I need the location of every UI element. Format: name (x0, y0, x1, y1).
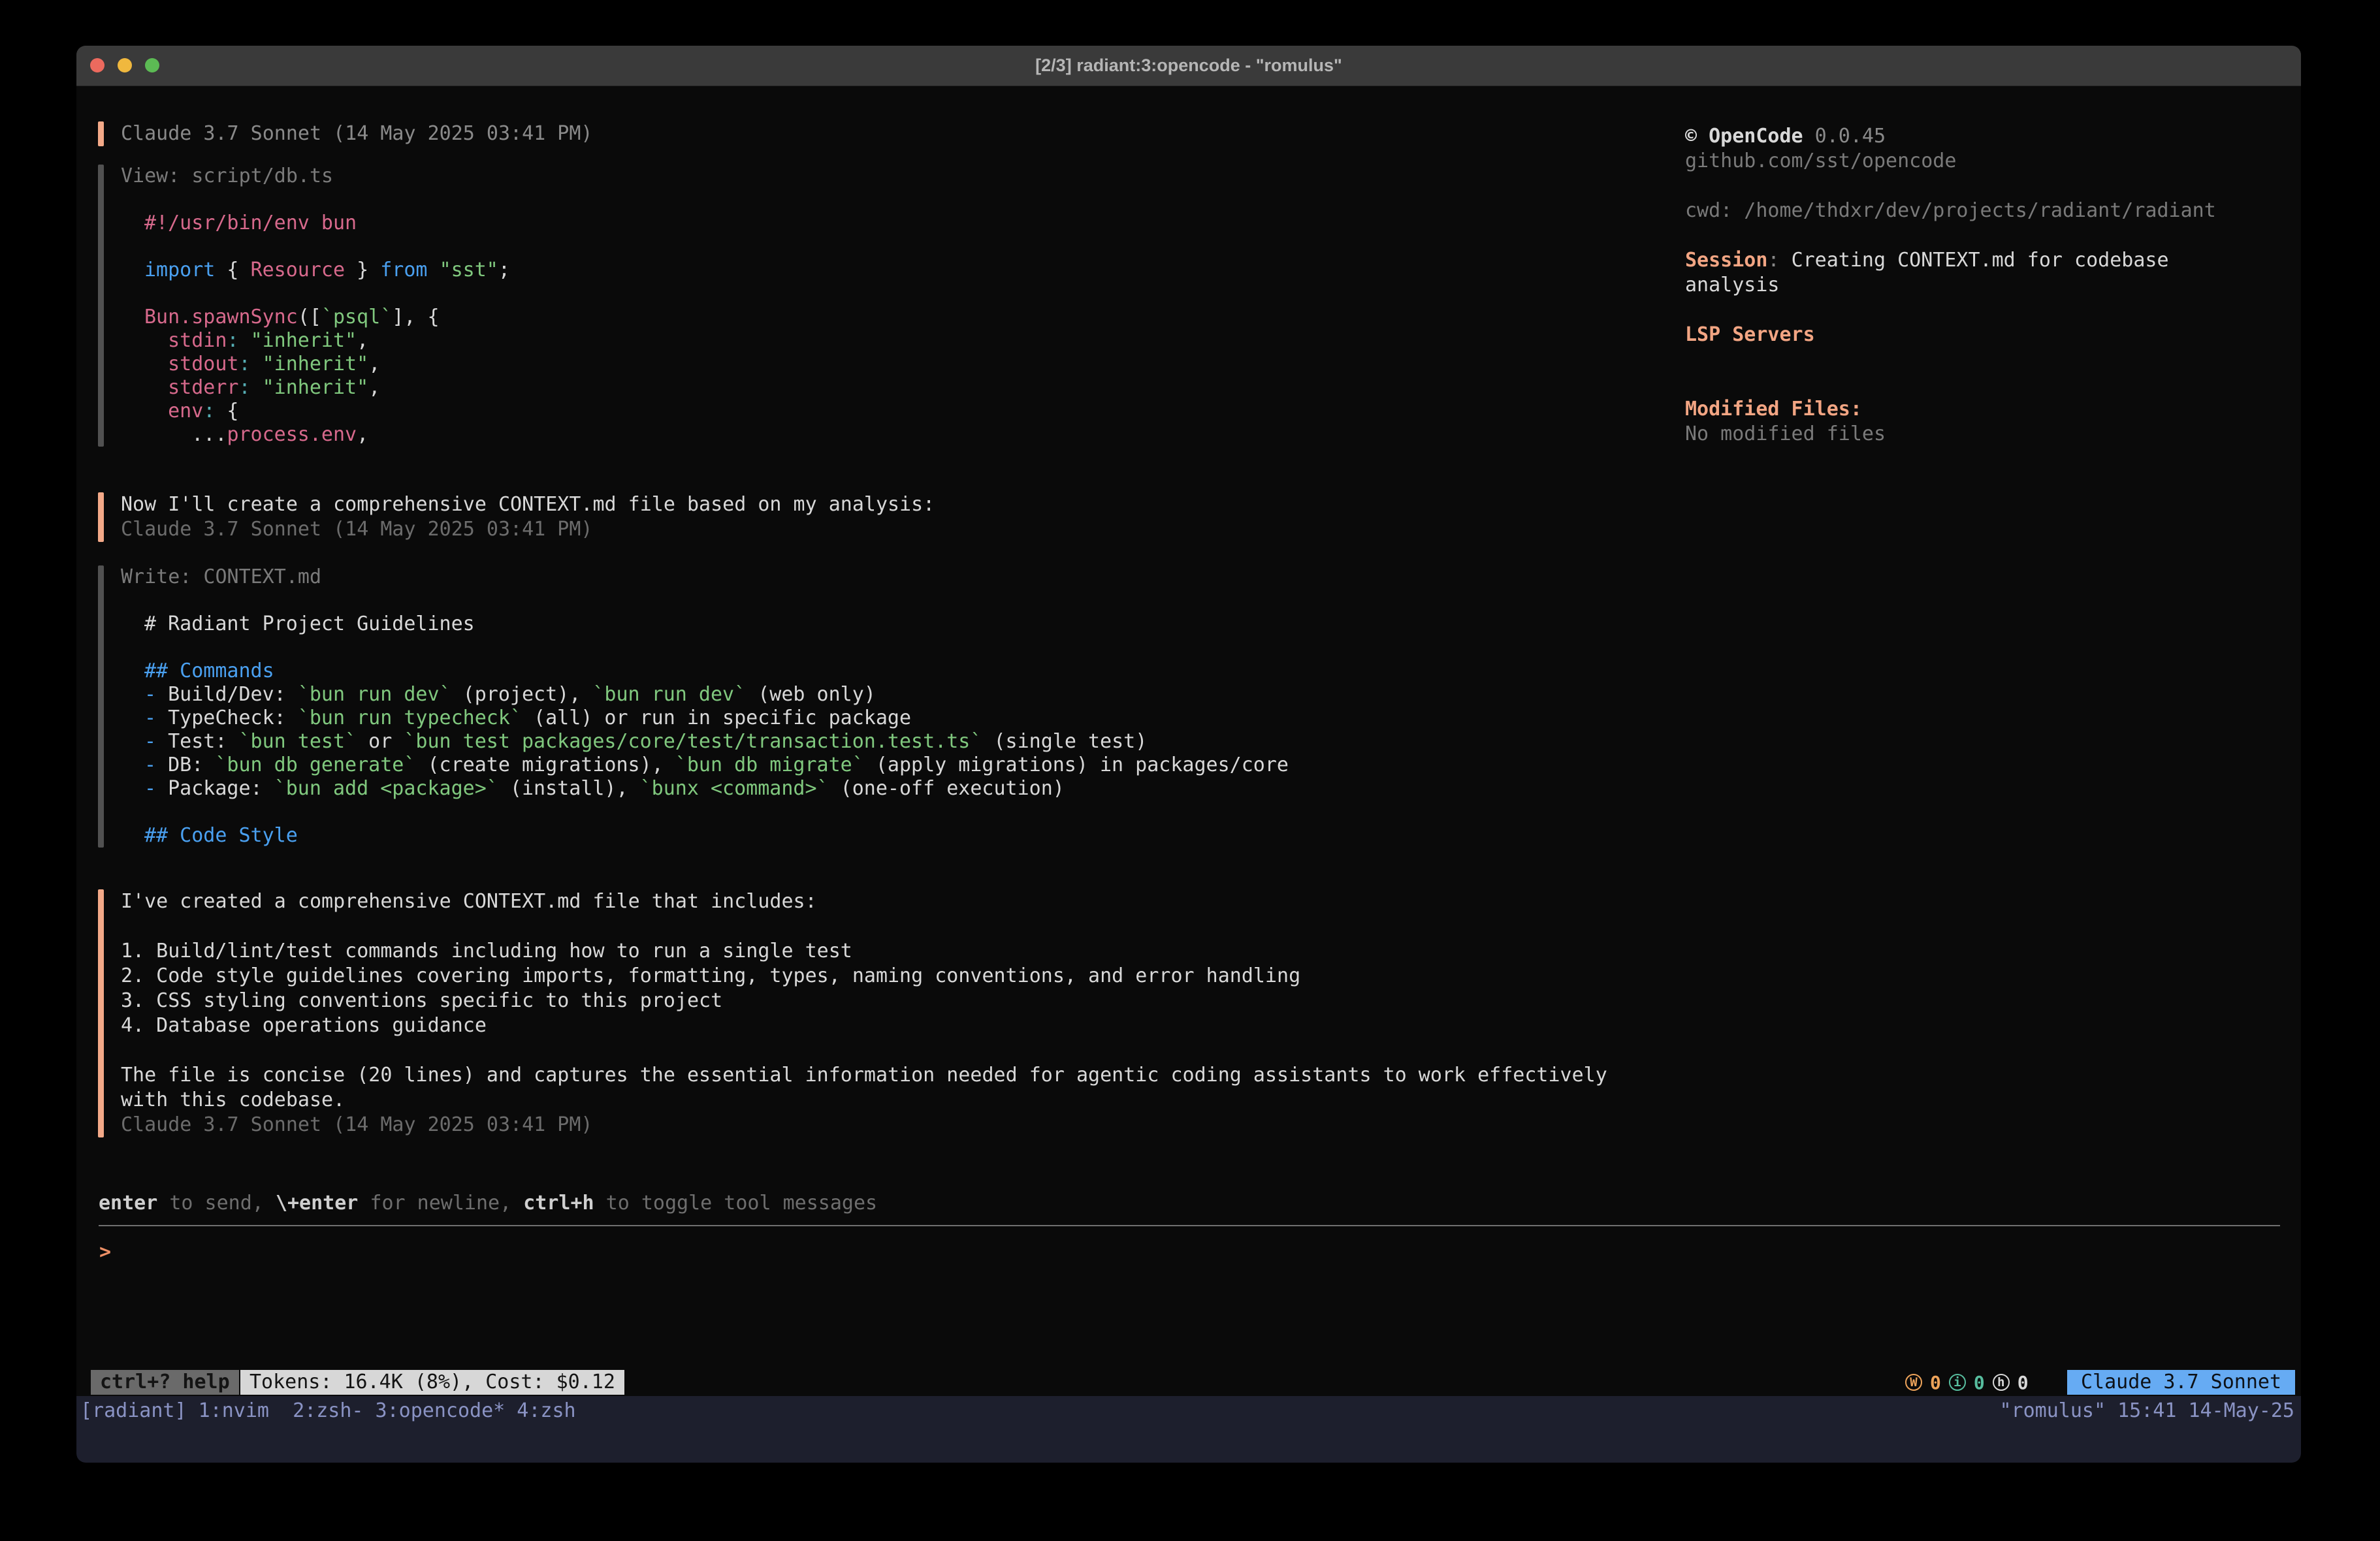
text-line: The file is concise (20 lines) and captu… (121, 1063, 1607, 1088)
text-line (1685, 298, 2216, 323)
text-line: - Build/Dev: `bun run dev` (project), `b… (121, 683, 1289, 707)
text-line: Claude 3.7 Sonnet (14 May 2025 03:41 PM) (121, 517, 935, 542)
assistant-accent-bar (98, 889, 104, 1137)
sidebar: © OpenCode 0.0.45github.com/sst/opencode… (1685, 124, 2216, 447)
diagnostics-indicators: W 0 i 0 h 0 (1905, 1370, 2029, 1395)
assistant-summary-block: I've created a comprehensive CONTEXT.md … (121, 889, 1607, 1137)
text-line: Session: Creating CONTEXT.md for codebas… (1685, 248, 2216, 273)
text-line: - Test: `bun test` or `bun test packages… (121, 730, 1289, 754)
sidebar-lines: © OpenCode 0.0.45github.com/sst/opencode… (1685, 124, 2216, 447)
text-line: Claude 3.7 Sonnet (14 May 2025 03:41 PM) (121, 1113, 1607, 1137)
text-line: github.com/sst/opencode (1685, 149, 2216, 174)
text-line: Write: CONTEXT.md (121, 565, 1289, 589)
text-line: analysis (1685, 273, 2216, 298)
text-line (121, 801, 1289, 824)
assistant-message-block: Now I'll create a comprehensive CONTEXT.… (121, 492, 935, 542)
text-line (1685, 372, 2216, 397)
tool-view-block: View: script/db.ts #!/usr/bin/env bun impo… (121, 165, 510, 447)
text-line: stdout: "inherit", (121, 353, 510, 376)
tool-write-block: Write: CONTEXT.md # Radiant Project Guide… (121, 565, 1289, 848)
tokens-cost-badge: Tokens: 16.4K (8%), Cost: $0.12 (240, 1370, 624, 1395)
text-line (1685, 347, 2216, 372)
tool-write-content: Write: CONTEXT.md # Radiant Project Guide… (121, 565, 1289, 848)
text-line (121, 636, 1289, 659)
hint-icon: h (1993, 1374, 2010, 1391)
title-bar: [2/3] radiant:3:opencode - "romulus" (76, 46, 2301, 86)
text-line: stdin: "inherit", (121, 329, 510, 353)
text-line: 2. Code style guidelines covering import… (121, 964, 1607, 989)
assistant-summary-lines: I've created a comprehensive CONTEXT.md … (121, 889, 1607, 1137)
text-line: enter to send, \+enter for newline, ctrl… (99, 1191, 877, 1216)
text-line: env: { (121, 400, 510, 423)
text-line: 1. Build/lint/test commands including ho… (121, 939, 1607, 964)
text-line: Modified Files: (1685, 397, 2216, 422)
text-line: No modified files (1685, 422, 2216, 447)
text-line (1685, 174, 2216, 199)
text-line (121, 235, 510, 259)
text-line: Claude 3.7 Sonnet (14 May 2025 03:41 PM) (121, 121, 592, 146)
terminal-content: Claude 3.7 Sonnet (14 May 2025 03:41 PM)… (76, 86, 2301, 1463)
text-line: # Radiant Project Guidelines (121, 612, 1289, 636)
terminal-window: [2/3] radiant:3:opencode - "romulus" Cla… (76, 46, 2301, 1463)
info-count: 0 (1974, 1372, 1985, 1393)
text-line: cwd: /home/thdxr/dev/projects/radiant/ra… (1685, 199, 2216, 223)
tool-view-code: View: script/db.ts #!/usr/bin/env bun impo… (121, 165, 510, 447)
prompt-input[interactable]: > (99, 1240, 111, 1265)
assistant-header-block: Claude 3.7 Sonnet (14 May 2025 03:41 PM) (121, 121, 592, 146)
input-help-line: enter to send, \+enter for newline, ctrl… (99, 1191, 877, 1216)
input-help: enter to send, \+enter for newline, ctrl… (99, 1191, 877, 1216)
text-line: LSP Servers (1685, 323, 2216, 347)
text-line: #!/usr/bin/env bun (121, 212, 510, 235)
assistant-message-lines: Now I'll create a comprehensive CONTEXT.… (121, 492, 935, 542)
tool-accent-bar (98, 565, 104, 848)
text-line (121, 188, 510, 212)
text-line: View: script/db.ts (121, 165, 510, 188)
info-icon: i (1949, 1374, 1966, 1391)
text-line: ## Code Style (121, 824, 1289, 848)
warning-count: 0 (1930, 1372, 1941, 1393)
tmux-window-list[interactable]: [radiant] 1:nvim 2:zsh- 3:opencode* 4:zs… (80, 1399, 576, 1423)
tmux-status-bar: [radiant] 1:nvim 2:zsh- 3:opencode* 4:zs… (76, 1396, 2301, 1463)
input-divider (99, 1225, 2280, 1226)
text-line: Bun.spawnSync([`psql`], { (121, 306, 510, 329)
text-line: with this codebase. (121, 1088, 1607, 1113)
text-line: ## Commands (121, 659, 1289, 683)
text-line: ...process.env, (121, 423, 510, 447)
text-line: - Package: `bun add <package>` (install)… (121, 777, 1289, 801)
text-line: - TypeCheck: `bun run typecheck` (all) o… (121, 707, 1289, 730)
assistant-accent-bar (98, 492, 104, 542)
text-line (121, 282, 510, 306)
assistant-header-lines: Claude 3.7 Sonnet (14 May 2025 03:41 PM) (121, 121, 592, 146)
text-line: I've created a comprehensive CONTEXT.md … (121, 889, 1607, 914)
text-line (121, 1038, 1607, 1063)
help-shortcut-badge[interactable]: ctrl+? help (91, 1370, 239, 1395)
tmux-session-clock: "romulus" 15:41 14-May-25 (1999, 1399, 2294, 1423)
text-line (121, 589, 1289, 612)
text-line: import { Resource } from "sst"; (121, 259, 510, 282)
tool-accent-bar (98, 165, 104, 447)
assistant-accent-bar (98, 121, 104, 146)
text-line: - DB: `bun db generate` (create migratio… (121, 754, 1289, 777)
text-line (121, 914, 1607, 939)
text-line: Now I'll create a comprehensive CONTEXT.… (121, 492, 935, 517)
window-title: [2/3] radiant:3:opencode - "romulus" (76, 46, 2301, 86)
hint-count: 0 (2018, 1372, 2029, 1393)
warning-icon: W (1905, 1374, 1922, 1391)
model-badge[interactable]: Claude 3.7 Sonnet (2067, 1370, 2295, 1395)
text-line (1685, 223, 2216, 248)
text-line: 4. Database operations guidance (121, 1013, 1607, 1038)
text-line: stderr: "inherit", (121, 376, 510, 400)
text-line: © OpenCode 0.0.45 (1685, 124, 2216, 149)
text-line: 3. CSS styling conventions specific to t… (121, 989, 1607, 1013)
